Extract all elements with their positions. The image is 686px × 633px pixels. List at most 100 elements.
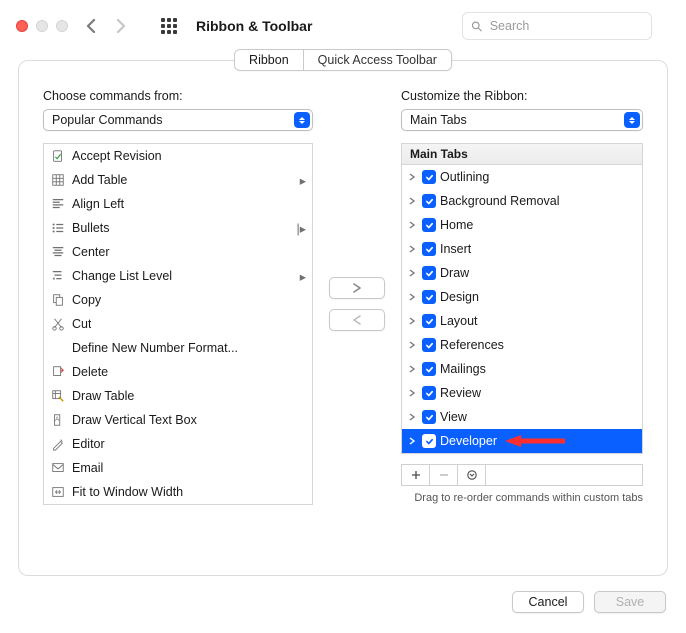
search-icon bbox=[471, 20, 483, 33]
command-label: Accept Revision bbox=[72, 149, 162, 163]
disclosure-icon[interactable] bbox=[406, 411, 418, 423]
ribbon-tab-label: Mailings bbox=[440, 362, 486, 376]
disclosure-icon[interactable] bbox=[406, 339, 418, 351]
zoom-window-button[interactable] bbox=[56, 20, 68, 32]
command-label: Editor bbox=[72, 437, 105, 451]
checkbox[interactable] bbox=[422, 410, 436, 424]
checkbox[interactable] bbox=[422, 362, 436, 376]
show-all-icon[interactable] bbox=[158, 15, 180, 37]
command-item[interactable]: Delete bbox=[44, 360, 312, 384]
ribbon-tab-item[interactable]: Draw bbox=[402, 261, 642, 285]
checkbox[interactable] bbox=[422, 242, 436, 256]
command-label: Draw Vertical Text Box bbox=[72, 413, 197, 427]
ribbon-tab-label: Layout bbox=[440, 314, 478, 328]
customize-ribbon-popup[interactable]: Main Tabs bbox=[401, 109, 643, 131]
ribbon-tab-item[interactable]: Layout bbox=[402, 309, 642, 333]
command-item[interactable]: Align Left bbox=[44, 192, 312, 216]
command-item[interactable]: Copy bbox=[44, 288, 312, 312]
ribbon-tab-label: Design bbox=[440, 290, 479, 304]
submenu-indicator-icon: ▸ bbox=[300, 269, 306, 284]
disclosure-icon[interactable] bbox=[406, 267, 418, 279]
window-title: Ribbon & Toolbar bbox=[196, 18, 312, 34]
command-item[interactable]: Define New Number Format... bbox=[44, 336, 312, 360]
ribbon-tab-item[interactable]: Outlining bbox=[402, 165, 642, 189]
checkbox[interactable] bbox=[422, 194, 436, 208]
customize-ribbon-label: Customize the Ribbon: bbox=[401, 89, 643, 103]
ribbon-tab-item[interactable]: Developer bbox=[402, 429, 642, 453]
disclosure-icon[interactable] bbox=[406, 291, 418, 303]
disclosure-icon[interactable] bbox=[406, 435, 418, 447]
minimize-window-button[interactable] bbox=[36, 20, 48, 32]
back-button[interactable] bbox=[80, 15, 102, 37]
tab-ribbon[interactable]: Ribbon bbox=[235, 50, 304, 70]
disclosure-icon[interactable] bbox=[406, 243, 418, 255]
command-item[interactable]: Fit to Window Width bbox=[44, 480, 312, 504]
command-label: Delete bbox=[72, 365, 108, 379]
footer-buttons: Cancel Save bbox=[512, 591, 666, 613]
tab-options-button[interactable] bbox=[458, 465, 486, 485]
command-item[interactable]: Change List Level ▸ bbox=[44, 264, 312, 288]
remove-command-button[interactable] bbox=[329, 309, 385, 331]
checkbox[interactable] bbox=[422, 386, 436, 400]
cancel-button[interactable]: Cancel bbox=[512, 591, 584, 613]
ribbon-edit-toolbar bbox=[401, 464, 643, 486]
checkbox[interactable] bbox=[422, 266, 436, 280]
command-item[interactable]: Accept Revision bbox=[44, 144, 312, 168]
checkbox[interactable] bbox=[422, 434, 436, 448]
checkbox[interactable] bbox=[422, 314, 436, 328]
ribbon-tab-item[interactable]: View bbox=[402, 405, 642, 429]
command-label: Align Left bbox=[72, 197, 124, 211]
add-tab-button[interactable] bbox=[402, 465, 430, 485]
remove-tab-button[interactable] bbox=[430, 465, 458, 485]
search-field[interactable] bbox=[462, 12, 652, 40]
ribbon-tab-label: Outlining bbox=[440, 170, 489, 184]
disclosure-icon[interactable] bbox=[406, 171, 418, 183]
ribbon-tab-item[interactable]: Review bbox=[402, 381, 642, 405]
ribbon-tab-item[interactable]: Home bbox=[402, 213, 642, 237]
ribbon-tab-label: References bbox=[440, 338, 504, 352]
disclosure-icon[interactable] bbox=[406, 363, 418, 375]
submenu-indicator-icon: |▸ bbox=[296, 221, 306, 236]
ribbon-tab-item[interactable]: Background Removal bbox=[402, 189, 642, 213]
command-item[interactable]: Center bbox=[44, 240, 312, 264]
command-label: Bullets bbox=[72, 221, 110, 235]
disclosure-icon[interactable] bbox=[406, 387, 418, 399]
command-label: Cut bbox=[72, 317, 91, 331]
command-item[interactable]: Bullets |▸ bbox=[44, 216, 312, 240]
ribbon-tab-item[interactable]: References bbox=[402, 333, 642, 357]
titlebar: Ribbon & Toolbar bbox=[0, 0, 686, 52]
ribbon-tab-item[interactable]: Insert bbox=[402, 237, 642, 261]
save-button[interactable]: Save bbox=[594, 591, 666, 613]
command-item[interactable]: Email bbox=[44, 456, 312, 480]
command-item[interactable]: Editor bbox=[44, 432, 312, 456]
command-label: Draw Table bbox=[72, 389, 134, 403]
command-item[interactable]: Draw Table bbox=[44, 384, 312, 408]
pane-tabs: Ribbon Quick Access Toolbar bbox=[234, 49, 452, 71]
forward-button[interactable] bbox=[110, 15, 132, 37]
popup-arrows-icon bbox=[294, 112, 310, 128]
disclosure-icon[interactable] bbox=[406, 219, 418, 231]
tab-quick-access-toolbar[interactable]: Quick Access Toolbar bbox=[304, 50, 451, 70]
checkbox[interactable] bbox=[422, 218, 436, 232]
checkbox[interactable] bbox=[422, 290, 436, 304]
add-table-icon bbox=[50, 172, 66, 188]
command-item[interactable]: Cut bbox=[44, 312, 312, 336]
disclosure-icon[interactable] bbox=[406, 195, 418, 207]
ribbon-tab-item[interactable]: Mailings bbox=[402, 357, 642, 381]
command-item[interactable]: A Draw Vertical Text Box bbox=[44, 408, 312, 432]
disclosure-icon[interactable] bbox=[406, 315, 418, 327]
ribbon-tab-item[interactable]: Design bbox=[402, 285, 642, 309]
align-left-icon bbox=[50, 196, 66, 212]
commands-listbox[interactable]: Accept Revision Add Table ▸ Align Left B… bbox=[43, 143, 313, 505]
ribbon-tabs-listbox[interactable]: Main Tabs Outlining Background Removal H… bbox=[401, 143, 643, 454]
close-window-button[interactable] bbox=[16, 20, 28, 32]
search-input[interactable] bbox=[488, 18, 643, 34]
checkbox[interactable] bbox=[422, 170, 436, 184]
command-item[interactable]: Add Table ▸ bbox=[44, 168, 312, 192]
checkbox[interactable] bbox=[422, 338, 436, 352]
add-command-button[interactable] bbox=[329, 277, 385, 299]
ribbon-tab-label: Developer bbox=[440, 434, 497, 448]
choose-commands-popup[interactable]: Popular Commands bbox=[43, 109, 313, 131]
command-label: Center bbox=[72, 245, 110, 259]
customize-ribbon-value: Main Tabs bbox=[410, 113, 467, 127]
